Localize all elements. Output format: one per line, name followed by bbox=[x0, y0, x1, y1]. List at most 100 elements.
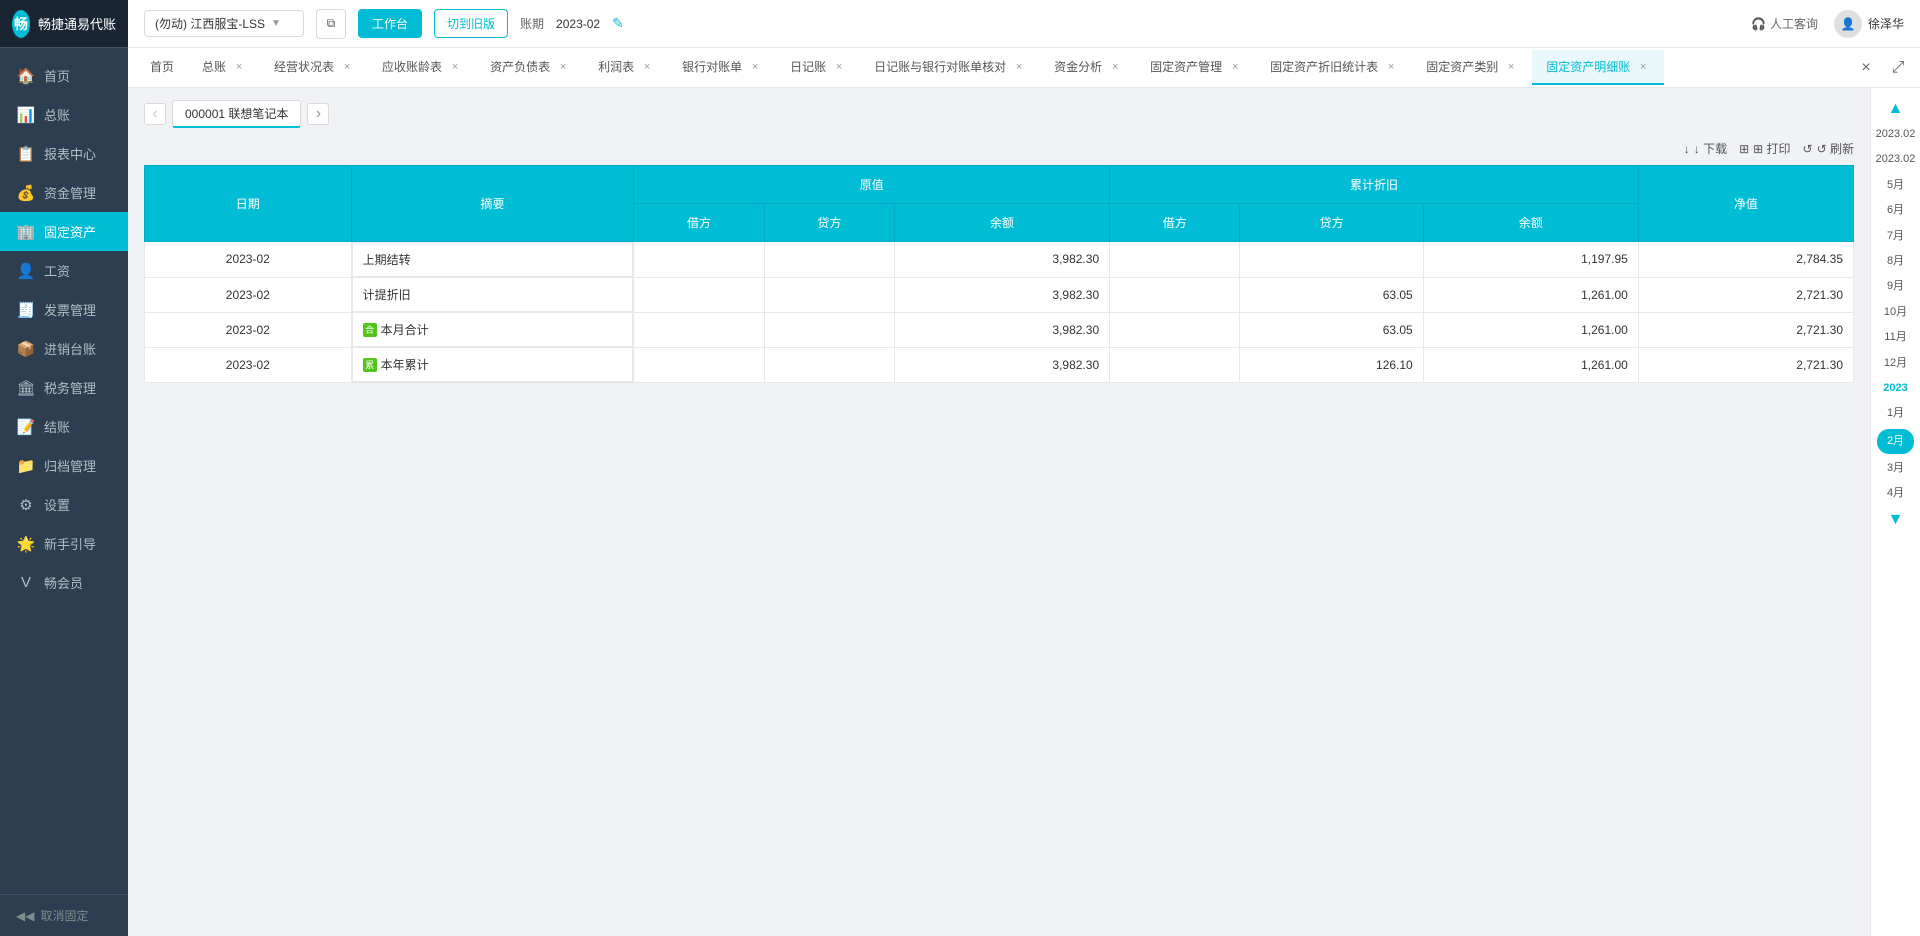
period-entry-jan[interactable]: 1月 bbox=[1871, 401, 1920, 426]
sidebar-label-ledger: 总账 bbox=[44, 105, 70, 124]
tab-label-journal-bank-reconcile: 日记账与银行对账单核对 bbox=[874, 58, 1006, 75]
tab-receivable-aging[interactable]: 应收账龄表 × bbox=[368, 50, 476, 85]
tab-fixed-assets-depreciation[interactable]: 固定资产折旧统计表 × bbox=[1256, 50, 1412, 85]
customer-service-btn[interactable]: 🎧 人工客询 bbox=[1751, 15, 1818, 32]
period-entry-aug[interactable]: 8月 bbox=[1871, 249, 1920, 274]
reports-icon: 📋 bbox=[16, 145, 36, 163]
sidebar-item-inventory[interactable]: 📦 进销台账 bbox=[0, 329, 128, 368]
sidebar-item-vip[interactable]: V 畅会员 bbox=[0, 563, 128, 602]
sidebar-item-settings[interactable]: ⚙ 设置 bbox=[0, 485, 128, 524]
scroll-down-btn[interactable]: ▼ bbox=[1871, 507, 1920, 533]
sidebar-unpin-btn[interactable]: ◀◀ 取消固定 bbox=[0, 894, 128, 936]
cell-net-value: 2,721.30 bbox=[1638, 347, 1853, 383]
tab-bank-statement[interactable]: 银行对账单 × bbox=[668, 50, 776, 85]
download-btn[interactable]: ↓ ↓ 下载 bbox=[1684, 140, 1727, 157]
cell-dep-debit bbox=[1110, 347, 1240, 383]
headset-icon: 🎧 bbox=[1751, 17, 1766, 31]
tab-close-fund-analysis[interactable]: × bbox=[1108, 60, 1122, 74]
sidebar-item-invoice[interactable]: 🧾 发票管理 bbox=[0, 290, 128, 329]
tab-journal[interactable]: 日记账 × bbox=[776, 50, 860, 85]
period-edit-icon[interactable]: ✎ bbox=[612, 15, 624, 32]
sidebar-item-fixed-assets[interactable]: 🏢 固定资产 bbox=[0, 212, 128, 251]
cell-date: 2023-02 bbox=[145, 277, 352, 312]
app-name: 畅捷通易代账 bbox=[38, 14, 116, 33]
user-info[interactable]: 👤 徐泽华 bbox=[1834, 10, 1904, 38]
sidebar-item-guide[interactable]: 🌟 新手引导 bbox=[0, 524, 128, 563]
tab-fixed-assets-detail[interactable]: 固定资产明细账 × bbox=[1532, 50, 1664, 85]
copy-icon: ⧉ bbox=[327, 16, 336, 31]
sidebar-label-fixed-assets: 固定资产 bbox=[44, 222, 96, 241]
period-entry-jun[interactable]: 6月 bbox=[1871, 198, 1920, 223]
tab-close-fixed-assets-mgmt[interactable]: × bbox=[1228, 60, 1242, 74]
tab-close-ledger[interactable]: × bbox=[232, 60, 246, 74]
cell-dep-credit: 126.10 bbox=[1240, 347, 1423, 383]
cell-orig-debit bbox=[634, 312, 764, 347]
cell-desc: 计提折旧 bbox=[352, 277, 634, 312]
breadcrumb-prev-btn[interactable]: ‹ bbox=[144, 103, 166, 125]
company-selector[interactable]: (勿动) 江西服宝-LSS ▼ bbox=[144, 10, 304, 37]
period-entry-feb-current[interactable]: 2月 bbox=[1877, 429, 1914, 454]
tab-fixed-assets-mgmt[interactable]: 固定资产管理 × bbox=[1136, 50, 1256, 85]
tab-fixed-assets-category[interactable]: 固定资产类别 × bbox=[1412, 50, 1532, 85]
unpin-icon: ◀◀ bbox=[16, 909, 34, 923]
archive-icon: 📁 bbox=[16, 457, 36, 475]
scroll-up-btn[interactable]: ▲ bbox=[1871, 96, 1920, 122]
close-tab-btn[interactable]: × bbox=[1852, 54, 1880, 82]
header-orig-credit: 贷方 bbox=[764, 204, 894, 242]
cell-desc: 合本月合计 bbox=[352, 312, 634, 347]
tab-ledger[interactable]: 总账 × bbox=[188, 50, 260, 85]
period-entry-may[interactable]: 5月 bbox=[1871, 173, 1920, 198]
sidebar-item-close[interactable]: 📝 结账 bbox=[0, 407, 128, 446]
invoice-icon: 🧾 bbox=[16, 301, 36, 319]
sidebar-item-payroll[interactable]: 👤 工资 bbox=[0, 251, 128, 290]
period-entry-nov[interactable]: 11月 bbox=[1871, 325, 1920, 350]
switch-version-button[interactable]: 切到旧版 bbox=[434, 9, 508, 38]
cell-net-value: 2,721.30 bbox=[1638, 277, 1853, 312]
period-entry-oct[interactable]: 10月 bbox=[1871, 300, 1920, 325]
tab-close-income-statement[interactable]: × bbox=[640, 60, 654, 74]
workbench-button[interactable]: 工作台 bbox=[358, 9, 422, 38]
tab-income-statement[interactable]: 利润表 × bbox=[584, 50, 668, 85]
cell-dep-debit bbox=[1110, 242, 1240, 278]
period-entry-sep[interactable]: 9月 bbox=[1871, 274, 1920, 299]
cell-desc: 累本年累计 bbox=[352, 347, 634, 382]
tab-close-fixed-assets-detail[interactable]: × bbox=[1636, 60, 1650, 74]
period-entry-jul[interactable]: 7月 bbox=[1871, 224, 1920, 249]
cell-desc: 上期结转 bbox=[352, 242, 634, 277]
sidebar-logo: 畅 畅捷通易代账 bbox=[0, 0, 128, 48]
tab-close-journal[interactable]: × bbox=[832, 60, 846, 74]
tab-close-bank-statement[interactable]: × bbox=[748, 60, 762, 74]
period-entry-2023-02-top[interactable]: 2023.02 bbox=[1871, 122, 1920, 147]
tab-fund-analysis[interactable]: 资金分析 × bbox=[1040, 50, 1136, 85]
print-btn[interactable]: ⊞ ⊞ 打印 bbox=[1739, 140, 1790, 157]
right-panel: ▲ 2023.02 2023.02 5月 6月 7月 8月 9月 10月 11月… bbox=[1870, 88, 1920, 936]
tab-label-fixed-assets-depreciation: 固定资产折旧统计表 bbox=[1270, 58, 1378, 75]
refresh-btn[interactable]: ↺ ↺ 刷新 bbox=[1803, 140, 1854, 157]
tab-close-management-status[interactable]: × bbox=[340, 60, 354, 74]
sidebar-item-home[interactable]: 🏠 首页 bbox=[0, 56, 128, 95]
tab-close-balance-sheet[interactable]: × bbox=[556, 60, 570, 74]
maximize-tab-btn[interactable]: ⤢ bbox=[1884, 54, 1912, 82]
sidebar-item-reports[interactable]: 📋 报表中心 bbox=[0, 134, 128, 173]
period-entry-year-2023[interactable]: 2023 bbox=[1871, 376, 1920, 401]
tab-close-journal-bank-reconcile[interactable]: × bbox=[1012, 60, 1026, 74]
tab-close-fixed-assets-depreciation[interactable]: × bbox=[1384, 60, 1398, 74]
period-entry-mar[interactable]: 3月 bbox=[1871, 456, 1920, 481]
sidebar-item-funds[interactable]: 💰 资金管理 bbox=[0, 173, 128, 212]
tab-close-fixed-assets-category[interactable]: × bbox=[1504, 60, 1518, 74]
period-entry-dec[interactable]: 12月 bbox=[1871, 351, 1920, 376]
sidebar-item-ledger[interactable]: 📊 总账 bbox=[0, 95, 128, 134]
tab-close-receivable-aging[interactable]: × bbox=[448, 60, 462, 74]
tab-home[interactable]: 首页 bbox=[136, 50, 188, 85]
tab-management-status[interactable]: 经营状况表 × bbox=[260, 50, 368, 85]
tab-journal-bank-reconcile[interactable]: 日记账与银行对账单核对 × bbox=[860, 50, 1040, 85]
breadcrumb-next-btn[interactable]: › bbox=[307, 103, 329, 125]
period-entry-2023-02-bottom[interactable]: 2023.02 bbox=[1871, 147, 1920, 172]
copy-company-btn[interactable]: ⧉ bbox=[316, 9, 346, 39]
sidebar-item-archive[interactable]: 📁 归档管理 bbox=[0, 446, 128, 485]
period-entry-apr[interactable]: 4月 bbox=[1871, 481, 1920, 506]
sidebar-item-tax[interactable]: 🏛 税务管理 bbox=[0, 368, 128, 407]
tab-label-ledger: 总账 bbox=[202, 58, 226, 75]
tab-balance-sheet[interactable]: 资产负债表 × bbox=[476, 50, 584, 85]
tab-label-journal: 日记账 bbox=[790, 58, 826, 75]
